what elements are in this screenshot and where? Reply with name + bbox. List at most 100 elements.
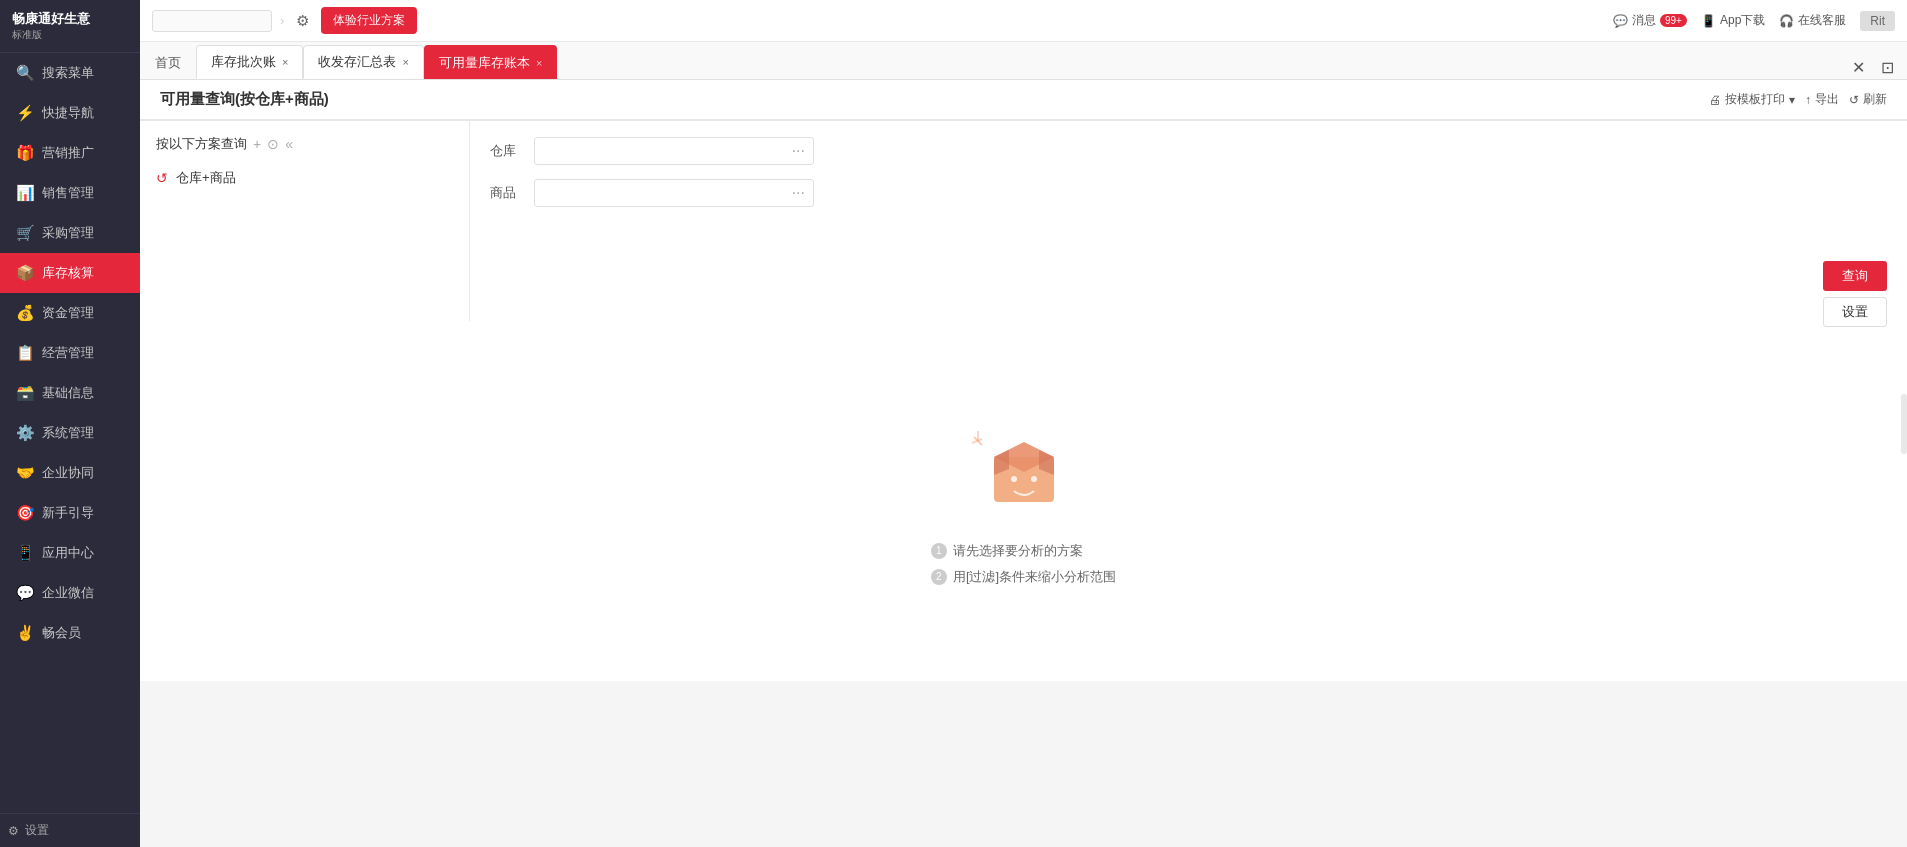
print-icon: 🖨 bbox=[1709, 93, 1721, 107]
tab-receipt[interactable]: 收发存汇总表 × bbox=[303, 45, 423, 79]
sidebar-item-search[interactable]: 🔍 搜索菜单 bbox=[0, 53, 140, 93]
query-btn-area: 查询 设置 bbox=[1823, 261, 1887, 327]
refresh-action[interactable]: ↺ 刷新 bbox=[1849, 91, 1887, 108]
sidebar-item-newbie[interactable]: 🎯 新手引导 bbox=[0, 493, 140, 533]
sidebar-label-corp: 企业协同 bbox=[42, 464, 94, 482]
sidebar-item-finance[interactable]: 💰 资金管理 bbox=[0, 293, 140, 333]
tab-batch[interactable]: 库存批次账 × bbox=[196, 45, 303, 79]
collapse-scheme-icon[interactable]: « bbox=[285, 136, 293, 152]
gift-icon: 🎁 bbox=[16, 144, 34, 162]
export-label: 导出 bbox=[1815, 91, 1839, 108]
empty-hint: 1 请先选择要分析的方案 2 用[过滤]条件来缩小分析范围 bbox=[931, 542, 1116, 586]
warehouse-more-icon[interactable]: ··· bbox=[792, 142, 805, 160]
warehouse-input[interactable] bbox=[543, 144, 792, 158]
apps-icon: 📱 bbox=[16, 544, 34, 562]
box-icon: 📦 bbox=[16, 264, 34, 282]
scheme-item-label: 仓库+商品 bbox=[176, 169, 236, 187]
sidebar-label-inventory: 库存核算 bbox=[42, 264, 94, 282]
industry-solution-button[interactable]: 体验行业方案 bbox=[321, 7, 417, 34]
refresh-label: 刷新 bbox=[1863, 91, 1887, 108]
sidebar-item-inventory[interactable]: 📦 库存核算 bbox=[0, 253, 140, 293]
tab-available-label: 可用量库存账本 bbox=[439, 54, 530, 72]
clipboard-icon: 📋 bbox=[16, 344, 34, 362]
tab-available[interactable]: 可用量库存账本 × bbox=[424, 45, 557, 79]
tab-batch-label: 库存批次账 bbox=[211, 53, 276, 71]
sidebar-item-corp[interactable]: 🤝 企业协同 bbox=[0, 453, 140, 493]
setting-button[interactable]: 设置 bbox=[1823, 297, 1887, 327]
handshake-icon: 🤝 bbox=[16, 464, 34, 482]
message-icon: 💬 bbox=[1613, 14, 1628, 28]
sidebar-item-purchase[interactable]: 🛒 采购管理 bbox=[0, 213, 140, 253]
tab-receipt-label: 收发存汇总表 bbox=[318, 53, 396, 71]
sidebar-label-newbie: 新手引导 bbox=[42, 504, 94, 522]
empty-svg-icon bbox=[964, 417, 1084, 517]
settings-scheme-icon[interactable]: ⊙ bbox=[267, 136, 279, 152]
gear-icon: ⚙️ bbox=[16, 424, 34, 442]
topbar-right: 💬 消息 99+ 📱 App下载 🎧 在线客服 Rit bbox=[1613, 11, 1895, 31]
scroll-hint bbox=[1901, 394, 1907, 454]
tabbar-right: ✕ ⊡ bbox=[1847, 56, 1907, 79]
cart-icon: 🛒 bbox=[16, 224, 34, 242]
add-scheme-icon[interactable]: + bbox=[253, 136, 261, 152]
sidebar-item-apps[interactable]: 📱 应用中心 bbox=[0, 533, 140, 573]
sidebar-item-vip[interactable]: ✌️ 畅会员 bbox=[0, 613, 140, 653]
sidebar-item-operations[interactable]: 📋 经营管理 bbox=[0, 333, 140, 373]
sidebar-item-system[interactable]: ⚙️ 系统管理 bbox=[0, 413, 140, 453]
main-area: › ⚙ 体验行业方案 💬 消息 99+ 📱 App下载 🎧 在线客服 Rit bbox=[140, 0, 1907, 847]
query-button[interactable]: 查询 bbox=[1823, 261, 1887, 291]
online-service-button[interactable]: 🎧 在线客服 bbox=[1779, 12, 1846, 29]
tab-available-close-icon[interactable]: × bbox=[536, 57, 542, 69]
query-scheme-header: 按以下方案查询 + ⊙ « bbox=[140, 131, 469, 161]
message-button[interactable]: 💬 消息 99+ bbox=[1613, 12, 1687, 29]
sidebar-item-shortcut[interactable]: ⚡ 快捷导航 bbox=[0, 93, 140, 133]
page-header: 可用量查询(按仓库+商品) 🖨 按模板打印 ▾ ↑ 导出 ↺ 刷新 bbox=[140, 80, 1907, 120]
warehouse-filter-row: 仓库 ··· bbox=[490, 137, 1887, 165]
empty-illustration bbox=[964, 417, 1084, 530]
sidebar-scroll: 🔍 搜索菜单 ⚡ 快捷导航 🎁 营销推广 📊 销售管理 🛒 采购管理 📦 库存核… bbox=[0, 53, 140, 813]
phone-icon: 📱 bbox=[1701, 14, 1716, 28]
topbar-chevron-icon: › bbox=[280, 13, 284, 28]
page-content: 可用量查询(按仓库+商品) 🖨 按模板打印 ▾ ↑ 导出 ↺ 刷新 bbox=[140, 80, 1907, 847]
sidebar-bottom-settings[interactable]: ⚙ 设置 bbox=[0, 813, 140, 847]
topbar: › ⚙ 体验行业方案 💬 消息 99+ 📱 App下载 🎧 在线客服 Rit bbox=[140, 0, 1907, 42]
flash-icon: ⚡ bbox=[16, 104, 34, 122]
sidebar: 畅康通好生意 标准版 🔍 搜索菜单 ⚡ 快捷导航 🎁 营销推广 📊 销售管理 🛒… bbox=[0, 0, 140, 847]
query-area: 按以下方案查询 + ⊙ « ↺ 仓库+商品 仓库 ··· bbox=[140, 121, 1907, 321]
warehouse-filter-label: 仓库 bbox=[490, 142, 518, 160]
tab-receipt-close-icon[interactable]: × bbox=[402, 56, 408, 68]
sidebar-item-wechat[interactable]: 💬 企业微信 bbox=[0, 573, 140, 613]
hint-num-2: 2 bbox=[931, 569, 947, 585]
app-download-button[interactable]: 📱 App下载 bbox=[1701, 12, 1765, 29]
sidebar-label-basic: 基础信息 bbox=[42, 384, 94, 402]
vip-icon: ✌️ bbox=[16, 624, 34, 642]
product-input[interactable] bbox=[543, 186, 792, 200]
sidebar-label-purchase: 采购管理 bbox=[42, 224, 94, 242]
topbar-gear-icon[interactable]: ⚙ bbox=[292, 8, 313, 34]
search-icon: 🔍 bbox=[16, 64, 34, 82]
warehouse-input-wrap: ··· bbox=[534, 137, 814, 165]
user-avatar[interactable]: Rit bbox=[1860, 11, 1895, 31]
sidebar-item-sales[interactable]: 📊 销售管理 bbox=[0, 173, 140, 213]
tab-home[interactable]: 首页 bbox=[140, 45, 196, 79]
sidebar-bottom-label: 设置 bbox=[25, 822, 49, 839]
topbar-breadcrumb bbox=[152, 10, 272, 32]
print-action[interactable]: 🖨 按模板打印 ▾ bbox=[1709, 91, 1795, 108]
sidebar-label-marketing: 营销推广 bbox=[42, 144, 94, 162]
sidebar-item-marketing[interactable]: 🎁 营销推广 bbox=[0, 133, 140, 173]
breadcrumb-input[interactable] bbox=[152, 10, 272, 32]
hint-row-2: 2 用[过滤]条件来缩小分析范围 bbox=[931, 568, 1116, 586]
query-scheme-panel: 按以下方案查询 + ⊙ « ↺ 仓库+商品 bbox=[140, 121, 470, 321]
tab-expand-button[interactable]: ⊡ bbox=[1876, 56, 1899, 79]
tab-batch-close-icon[interactable]: × bbox=[282, 56, 288, 68]
tab-home-label: 首页 bbox=[155, 54, 181, 72]
logo-sub: 标准版 bbox=[12, 28, 128, 42]
product-more-icon[interactable]: ··· bbox=[792, 184, 805, 202]
print-dropdown-icon: ▾ bbox=[1789, 93, 1795, 107]
product-input-wrap: ··· bbox=[534, 179, 814, 207]
sidebar-label-system: 系统管理 bbox=[42, 424, 94, 442]
tab-close-all-button[interactable]: ✕ bbox=[1847, 56, 1870, 79]
online-service-label: 在线客服 bbox=[1798, 12, 1846, 29]
export-action[interactable]: ↑ 导出 bbox=[1805, 91, 1839, 108]
sidebar-item-basic[interactable]: 🗃️ 基础信息 bbox=[0, 373, 140, 413]
scheme-item-warehouse-product[interactable]: ↺ 仓库+商品 bbox=[140, 161, 469, 195]
